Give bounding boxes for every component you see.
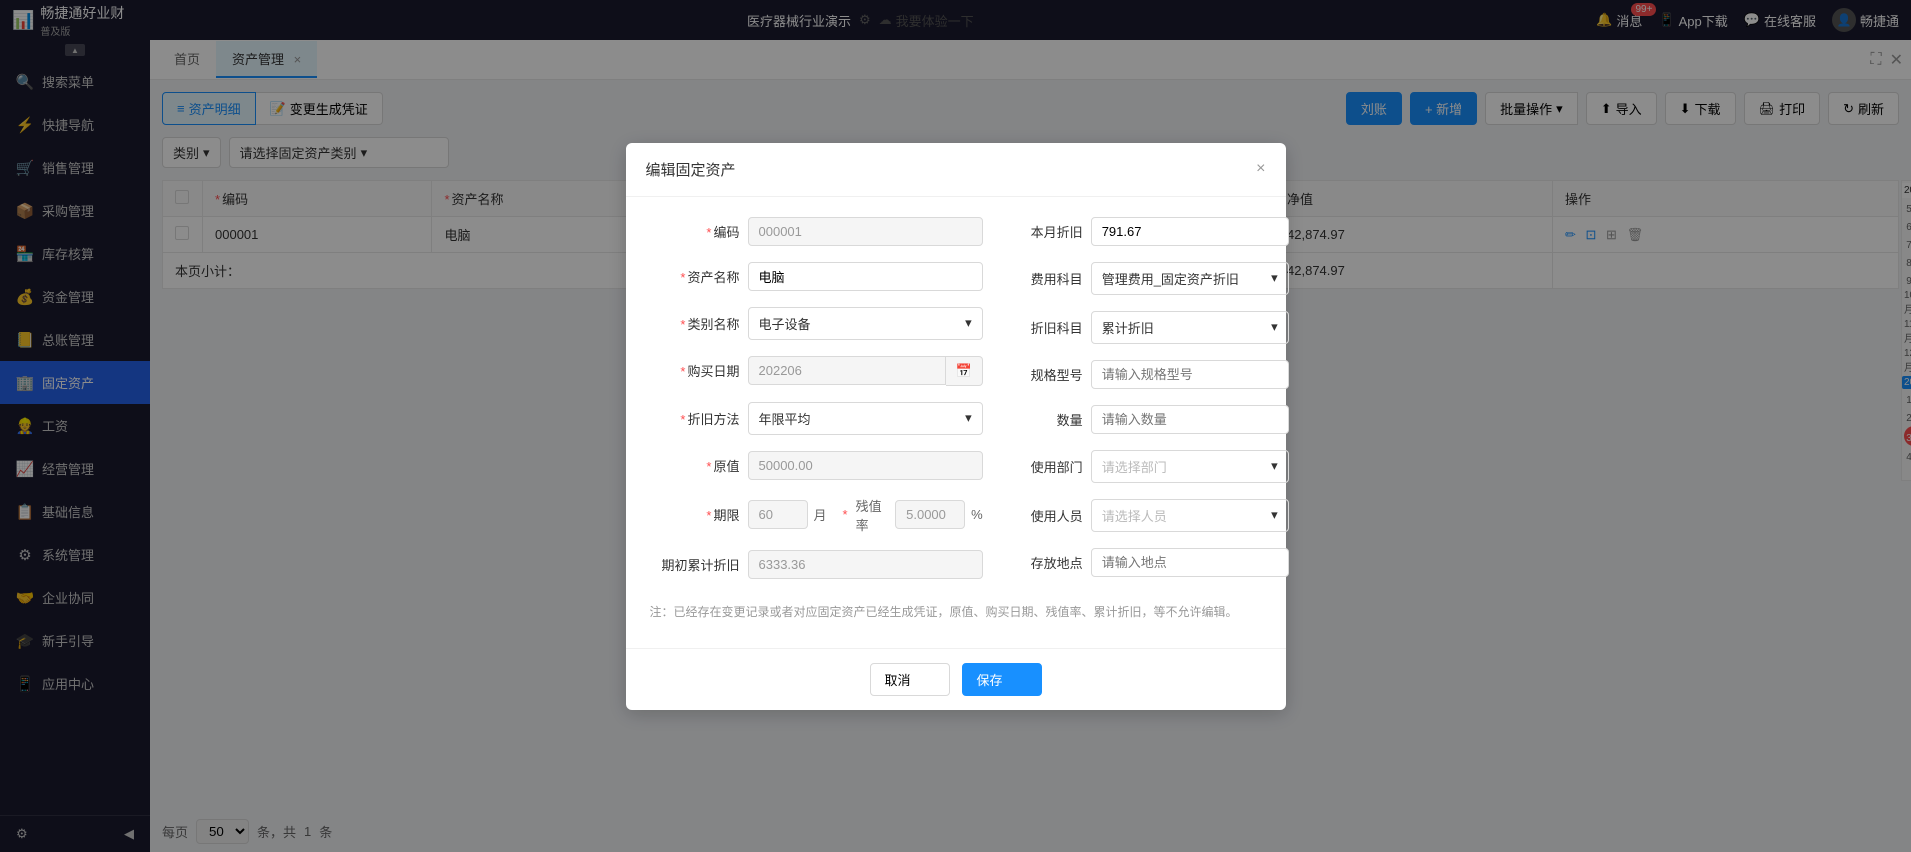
- field-monthly-depr: 本月折旧: [1003, 217, 1289, 246]
- department-chevron-icon: ▾: [1271, 458, 1278, 474]
- field-category: *类别名称 电子设备 ▾: [650, 307, 983, 340]
- spec-model-input[interactable]: [1091, 360, 1289, 389]
- purchase-date-label: *购买日期: [650, 361, 740, 380]
- field-spec-model: 规格型号: [1003, 360, 1289, 389]
- quantity-label: 数量: [1003, 410, 1083, 429]
- modal-header: 编辑固定资产 ×: [626, 143, 1286, 197]
- cancel-button[interactable]: 取消: [870, 663, 950, 696]
- field-purchase-date: *购买日期 📅: [650, 356, 983, 386]
- expense-subject-select[interactable]: 管理费用_固定资产折旧 ▾: [1091, 262, 1289, 295]
- initial-accum-input[interactable]: [748, 550, 983, 579]
- quantity-input[interactable]: [1091, 405, 1289, 434]
- modal-body: *编码 *资产名称 *类别名称: [626, 197, 1286, 648]
- category-chevron-icon: ▾: [965, 315, 972, 331]
- expense-chevron-icon: ▾: [1271, 270, 1278, 286]
- depr-method-label: *折旧方法: [650, 409, 740, 428]
- modal-overlay[interactable]: 编辑固定资产 × *编码 *: [0, 0, 1911, 852]
- field-expense-subject: 费用科目 管理费用_固定资产折旧 ▾: [1003, 262, 1289, 295]
- location-label: 存放地点: [1003, 553, 1083, 572]
- date-field-wrapper: 📅: [748, 356, 983, 386]
- depr-method-chevron-icon: ▾: [965, 410, 972, 426]
- field-period-residual: *期限 月 * 残值率 %: [650, 496, 983, 534]
- period-residual-group: 月 * 残值率 %: [748, 496, 983, 534]
- field-initial-accum: 期初累计折旧: [650, 550, 983, 579]
- modal-note: 注：已经存在变更记录或者对应固定资产已经生成凭证，原值、购买日期、残值率、累计折…: [650, 595, 1262, 628]
- code-input[interactable]: [748, 217, 983, 246]
- monthly-depr-label: 本月折旧: [1003, 222, 1083, 241]
- form-right-col: 本月折旧 费用科目 管理费用_固定资产折旧 ▾ 折旧科目: [1003, 217, 1289, 595]
- asset-name-input[interactable]: [748, 262, 983, 291]
- residual-rate-input[interactable]: [895, 500, 965, 529]
- category-label: *类别名称: [650, 314, 740, 333]
- field-code: *编码: [650, 217, 983, 246]
- field-location: 存放地点: [1003, 548, 1289, 577]
- department-select[interactable]: 请选择部门 ▾: [1091, 450, 1289, 483]
- modal-footer: 取消 保存: [626, 648, 1286, 710]
- user-chevron-icon: ▾: [1271, 507, 1278, 523]
- residual-unit: %: [971, 507, 983, 522]
- initial-accum-label: 期初累计折旧: [650, 555, 740, 574]
- code-label: *编码: [650, 222, 740, 241]
- department-label: 使用部门: [1003, 457, 1083, 476]
- expense-subject-label: 费用科目: [1003, 269, 1083, 288]
- depr-subject-select[interactable]: 累计折旧 ▾: [1091, 311, 1289, 344]
- user-field-label: 使用人员: [1003, 506, 1083, 525]
- period-unit: 月: [814, 505, 827, 524]
- modal-close-btn[interactable]: ×: [1256, 160, 1265, 178]
- user-select[interactable]: 请选择人员 ▾: [1091, 499, 1289, 532]
- field-quantity: 数量: [1003, 405, 1289, 434]
- period-input[interactable]: [748, 500, 808, 529]
- depr-subject-label: 折旧科目: [1003, 318, 1083, 337]
- form-left-col: *编码 *资产名称 *类别名称: [650, 217, 983, 595]
- date-picker-icon[interactable]: 📅: [946, 356, 983, 386]
- original-value-input[interactable]: [748, 451, 983, 480]
- save-button[interactable]: 保存: [962, 663, 1042, 696]
- field-asset-name: *资产名称: [650, 262, 983, 291]
- depr-method-select[interactable]: 年限平均 ▾: [748, 402, 983, 435]
- spec-model-label: 规格型号: [1003, 365, 1083, 384]
- field-user: 使用人员 请选择人员 ▾: [1003, 499, 1289, 532]
- location-input[interactable]: [1091, 548, 1289, 577]
- period-label: *期限: [650, 505, 740, 524]
- edit-asset-modal: 编辑固定资产 × *编码 *: [626, 143, 1286, 710]
- asset-name-label: *资产名称: [650, 267, 740, 286]
- depr-subject-chevron-icon: ▾: [1271, 319, 1278, 335]
- modal-title: 编辑固定资产: [646, 159, 736, 180]
- form-grid: *编码 *资产名称 *类别名称: [650, 217, 1262, 595]
- monthly-depr-input[interactable]: [1091, 217, 1289, 246]
- field-department: 使用部门 请选择部门 ▾: [1003, 450, 1289, 483]
- field-depr-subject: 折旧科目 累计折旧 ▾: [1003, 311, 1289, 344]
- field-depr-method: *折旧方法 年限平均 ▾: [650, 402, 983, 435]
- purchase-date-input[interactable]: [748, 356, 946, 385]
- original-value-label: *原值: [650, 456, 740, 475]
- field-original-value: *原值: [650, 451, 983, 480]
- category-select[interactable]: 电子设备 ▾: [748, 307, 983, 340]
